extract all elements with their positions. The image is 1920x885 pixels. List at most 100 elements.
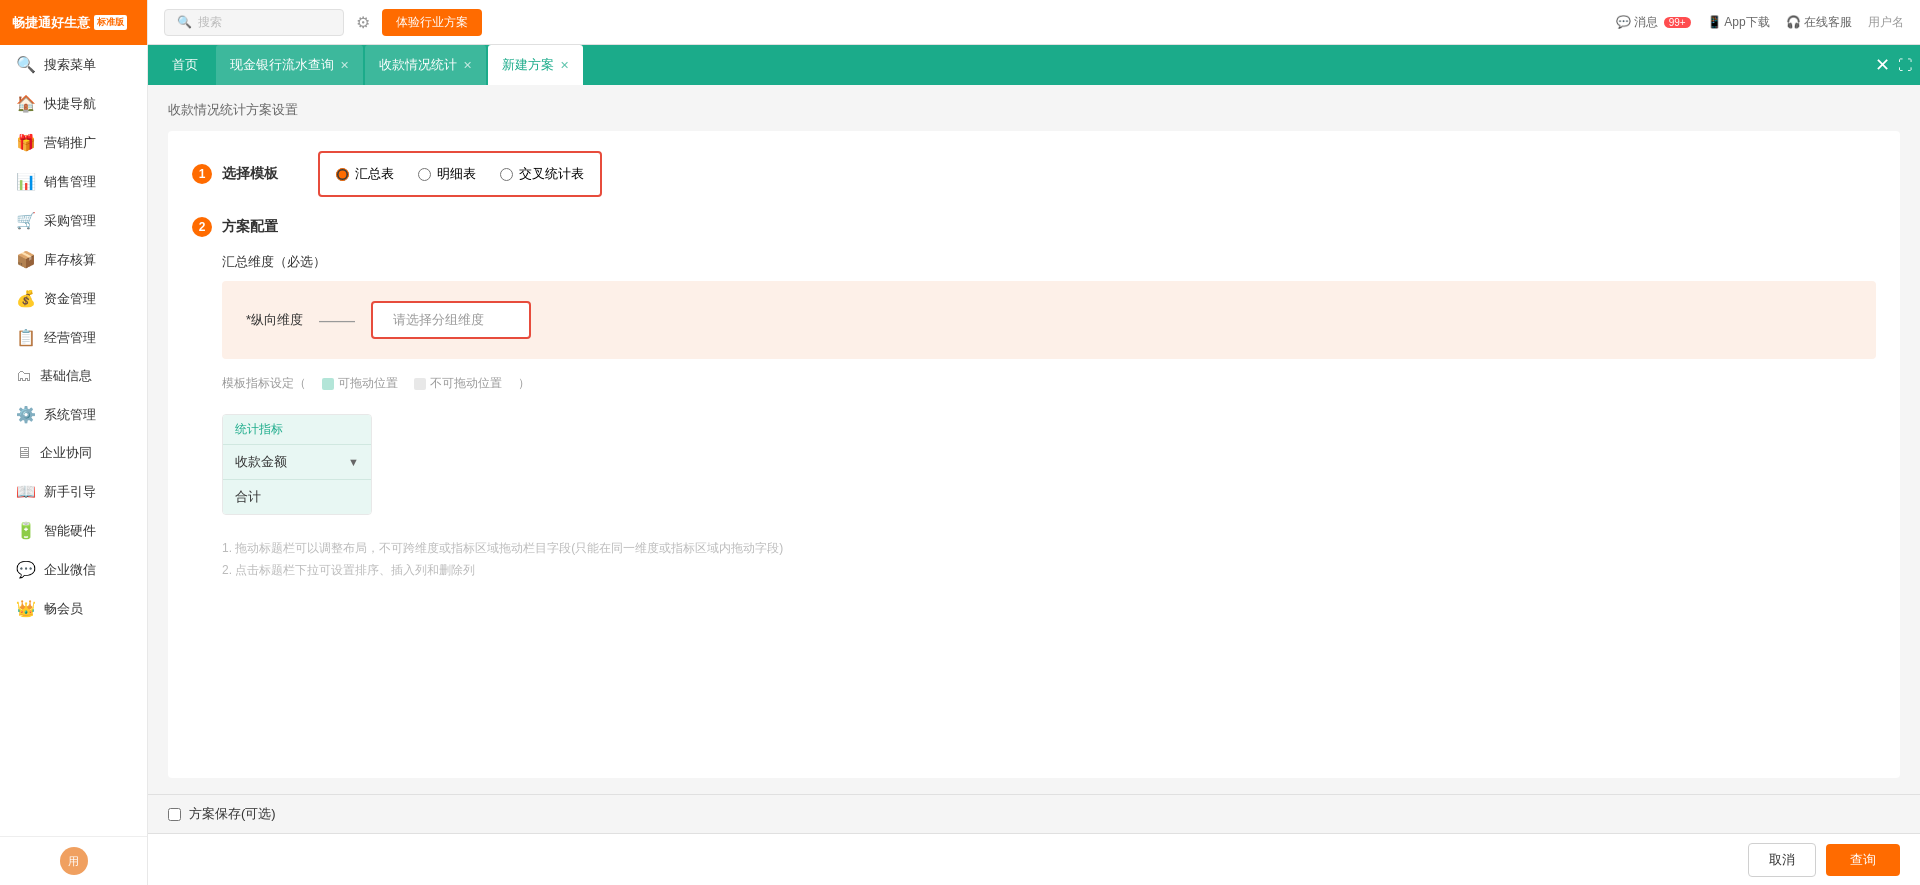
step1-num: 1	[192, 164, 212, 184]
movable-badge: 可拖动位置	[322, 375, 398, 392]
step2-num: 2	[192, 217, 212, 237]
metrics-table-container: 统计指标 收款金额 ▼ 合计	[222, 404, 1876, 518]
gear-icon[interactable]: ⚙	[356, 13, 370, 32]
search-placeholder: 搜索	[198, 14, 222, 31]
arrow-icon: ——	[319, 310, 355, 331]
close-icon[interactable]: ✕	[340, 59, 349, 72]
step2-header: 2 方案配置	[192, 217, 1876, 237]
app-download[interactable]: 📱 App下载	[1707, 14, 1770, 31]
footer-bar: 取消 查询	[148, 833, 1920, 885]
radio-cross-input[interactable]	[500, 168, 513, 181]
page-title: 收款情况统计方案设置	[168, 101, 1900, 119]
logo-badge: 标准版	[94, 15, 127, 30]
sidebar-label-system: 系统管理	[44, 406, 96, 424]
topbar-right: 💬 消息 99+ 📱 App下载 🎧 在线客服 用户名	[1616, 14, 1904, 31]
online-service[interactable]: 🎧 在线客服	[1786, 14, 1852, 31]
sidebar-icon-smart-hardware: 🔋	[16, 521, 36, 540]
tab-home[interactable]: 首页	[156, 45, 214, 85]
sidebar-item-search-menu[interactable]: 🔍搜索菜单	[0, 45, 147, 84]
sidebar-icon-system: ⚙️	[16, 405, 36, 424]
sidebar-icon-purchase: 🛒	[16, 211, 36, 230]
template-selection: 汇总表 明细表 交叉统计表	[318, 151, 602, 197]
radio-detail-input[interactable]	[418, 168, 431, 181]
radio-summary-input[interactable]	[336, 168, 349, 181]
avatar: 用	[60, 847, 88, 875]
sidebar-item-marketing[interactable]: 🎁 营销推广	[0, 123, 147, 162]
sidebar-item-enterprise-wechat[interactable]: 💬企业微信	[0, 550, 147, 589]
sidebar-logo: 畅捷通好生意 标准版	[0, 0, 147, 45]
radio-detail[interactable]: 明细表	[418, 165, 476, 183]
message-item[interactable]: 💬 消息 99+	[1616, 14, 1691, 31]
user-info[interactable]: 用户名	[1868, 14, 1904, 31]
sidebar-icon-operations: 📋	[16, 328, 36, 347]
cancel-button[interactable]: 取消	[1748, 843, 1816, 877]
main-card: 1 选择模板 汇总表 明细表 交叉统计表	[168, 131, 1900, 778]
sidebar-icon-sales: 📊	[16, 172, 36, 191]
industry-btn[interactable]: 体验行业方案	[382, 9, 482, 36]
sidebar-label-beginner-guide: 新手引导	[44, 483, 96, 501]
close-window-icon[interactable]: ✕	[1875, 54, 1890, 76]
sidebar: 畅捷通好生意 标准版 🔍搜索菜单🏠快捷导航 🎁 营销推广 📊销售管理 🛒 采购管理 📦 库存核…	[0, 0, 148, 885]
radio-cross[interactable]: 交叉统计表	[500, 165, 584, 183]
sidebar-label-smart-hardware: 智能硬件	[44, 522, 96, 540]
metrics-section-header: 统计指标	[223, 415, 371, 445]
logo-text: 畅捷通好生意	[12, 14, 90, 32]
main-content: 🔍 搜索 ⚙ 体验行业方案 💬 消息 99+ 📱 App下载 🎧 在线客服 用户…	[148, 0, 1920, 885]
dimension-title: 汇总维度（必选）	[222, 253, 1876, 271]
sidebar-item-capital[interactable]: 💰资金管理	[0, 279, 147, 318]
sidebar-item-smart-hardware[interactable]: 🔋 智能硬件	[0, 511, 147, 550]
save-checkbox[interactable]	[168, 808, 181, 821]
sidebar-label-purchase: 采购管理	[44, 212, 96, 230]
content-area: 收款情况统计方案设置 1 选择模板 汇总表 明细表	[148, 85, 1920, 794]
metrics-col-cell[interactable]: 收款金额 ▼	[223, 445, 371, 480]
sidebar-item-member[interactable]: 👑畅会员	[0, 589, 147, 628]
metrics-hint: 模板指标设定（ 可拖动位置 不可拖动位置 ）	[222, 375, 1876, 392]
sidebar-label-basic-info: 基础信息	[40, 367, 92, 385]
sidebar-icon-member: 👑	[16, 599, 36, 618]
sidebar-label-marketing: 营销推广	[44, 134, 96, 152]
topbar-search[interactable]: 🔍 搜索	[164, 9, 344, 36]
sidebar-item-beginner-guide[interactable]: 📖 新手引导	[0, 472, 147, 511]
sidebar-item-basic-info[interactable]: 🗂 基础信息	[0, 357, 147, 395]
chevron-down-icon: ▼	[348, 456, 359, 468]
metrics-section: 模板指标设定（ 可拖动位置 不可拖动位置 ）	[222, 375, 1876, 518]
sidebar-label-operations: 经营管理	[44, 329, 96, 347]
close-icon[interactable]: ✕	[463, 59, 472, 72]
sidebar-icon-marketing: 🎁	[16, 133, 36, 152]
tab-collection-stats[interactable]: 收款情况统计 ✕	[365, 45, 486, 85]
sidebar-item-purchase[interactable]: 🛒 采购管理	[0, 201, 147, 240]
tab-bank-flow[interactable]: 现金银行流水查询 ✕	[216, 45, 363, 85]
sidebar-icon-basic-info: 🗂	[16, 367, 32, 385]
step1-header: 1 选择模板 汇总表 明细表 交叉统计表	[192, 151, 1876, 197]
dimension-area: 纵向维度 —— 请选择分组维度	[222, 281, 1876, 359]
dimension-label: 纵向维度	[246, 311, 303, 329]
sidebar-icon-beginner-guide: 📖	[16, 482, 36, 501]
sidebar-item-system[interactable]: ⚙️ 系统管理	[0, 395, 147, 434]
save-checkbox-label[interactable]: 方案保存(可选)	[189, 805, 276, 823]
sidebar-item-enterprise-coop[interactable]: 🖥企业协同	[0, 434, 147, 472]
tabbar: 首页 现金银行流水查询 ✕ 收款情况统计 ✕ 新建方案 ✕ ✕ ⛶	[148, 45, 1920, 85]
step2-label: 方案配置	[222, 218, 278, 236]
close-icon[interactable]: ✕	[560, 59, 569, 72]
query-button[interactable]: 查询	[1826, 844, 1900, 876]
sidebar-label-inventory: 库存核算	[44, 251, 96, 269]
metrics-config-label: 模板指标设定（	[222, 375, 306, 392]
sidebar-icon-inventory: 📦	[16, 250, 36, 269]
sidebar-label-quick-nav: 快捷导航	[44, 95, 96, 113]
sidebar-label-enterprise-coop: 企业协同	[40, 444, 92, 462]
tips-section: 1. 拖动标题栏可以调整布局，不可跨维度或指标区域拖动栏目字段(只能在同一维度或…	[222, 538, 1876, 581]
bottom-save-section: 方案保存(可选)	[148, 794, 1920, 833]
dimension-select[interactable]: 请选择分组维度	[371, 301, 531, 339]
step1-label: 选择模板	[222, 165, 278, 183]
sidebar-item-sales[interactable]: 📊销售管理	[0, 162, 147, 201]
expand-icon[interactable]: ⛶	[1898, 57, 1912, 73]
sidebar-label-enterprise-wechat: 企业微信	[44, 561, 96, 579]
sidebar-item-operations[interactable]: 📋 经营管理	[0, 318, 147, 357]
sidebar-item-inventory[interactable]: 📦 库存核算	[0, 240, 147, 279]
sidebar-bottom: 用	[0, 836, 147, 885]
radio-summary[interactable]: 汇总表	[336, 165, 394, 183]
tab-new-plan[interactable]: 新建方案 ✕	[488, 45, 583, 85]
sidebar-item-quick-nav[interactable]: 🏠快捷导航	[0, 84, 147, 123]
tip-2: 2. 点击标题栏下拉可设置排序、插入列和删除列	[222, 560, 1876, 582]
config-inner: 汇总维度（必选） 纵向维度 —— 请选择分组维度 模板指标设定（	[192, 253, 1876, 581]
